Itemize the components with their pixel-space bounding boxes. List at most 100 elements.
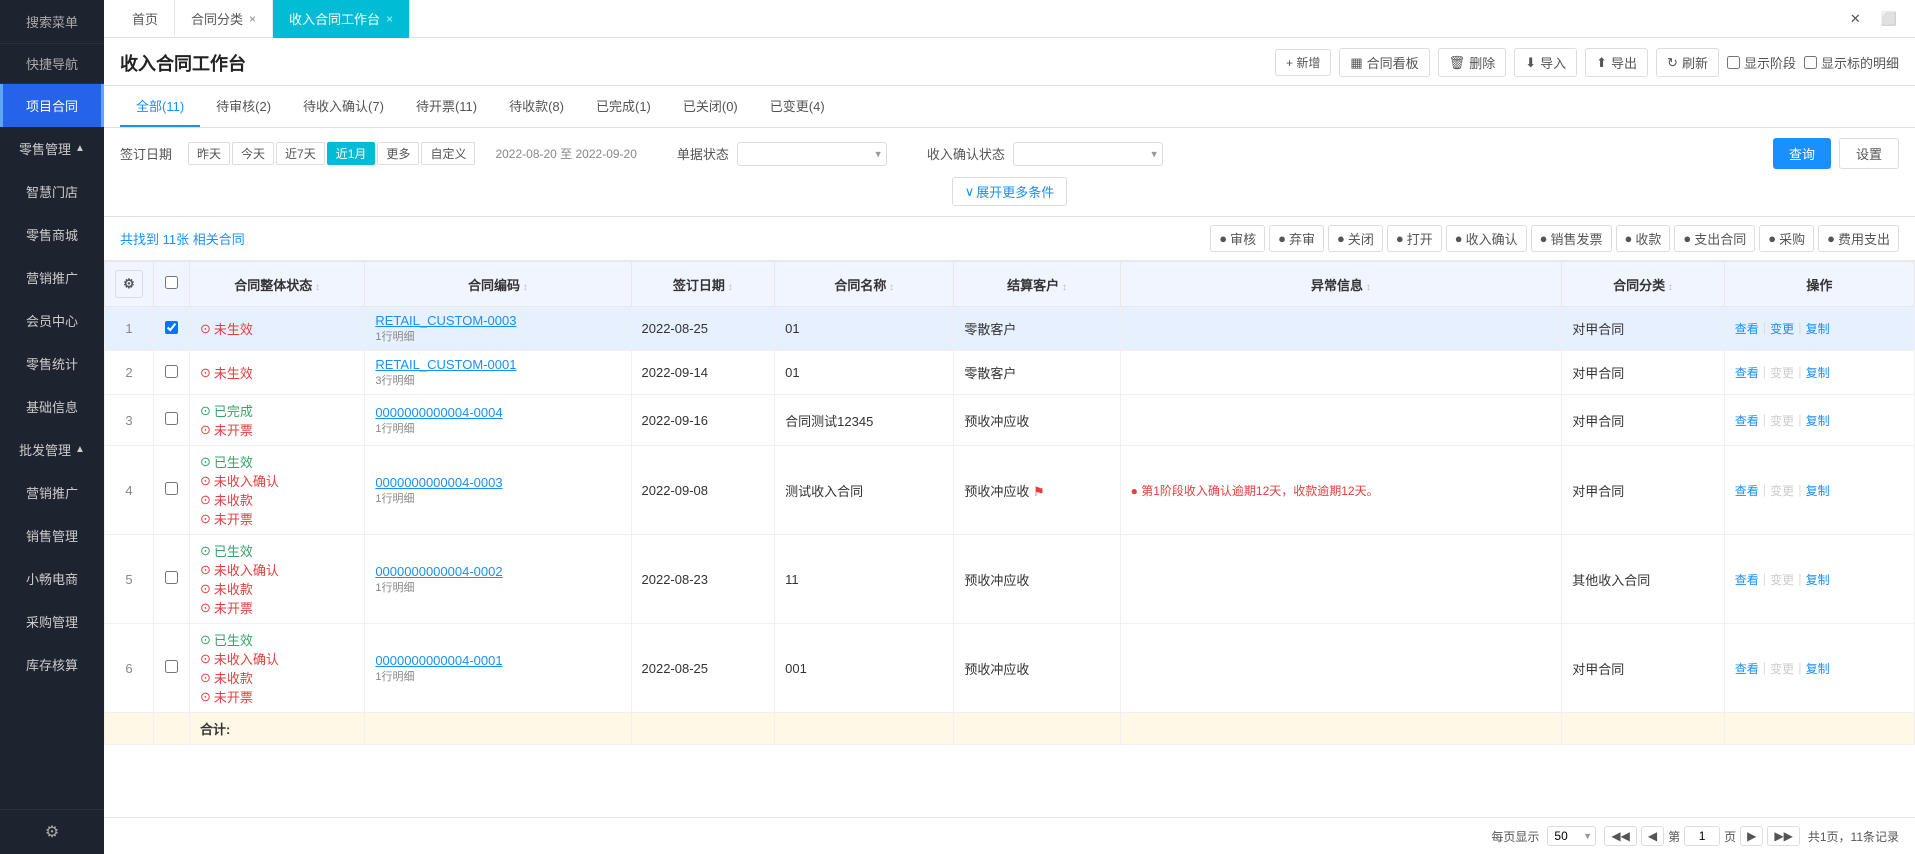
window-close-btn[interactable]: ✕ <box>1844 7 1867 31</box>
sub-tab-pending-review[interactable]: 待审核(2) <box>200 86 287 127</box>
row-select-checkbox[interactable] <box>165 660 178 673</box>
copy-action[interactable]: 复制 <box>1806 571 1830 588</box>
copy-action[interactable]: 复制 <box>1806 364 1830 381</box>
sub-tab-changed[interactable]: 已变更(4) <box>754 86 841 127</box>
sales-invoice-btn[interactable]: ● 销售发票 <box>1531 225 1612 252</box>
income-confirm-select-wrapper[interactable] <box>1013 142 1163 166</box>
col-settings[interactable]: ⚙ <box>105 262 154 307</box>
close-contract-btn[interactable]: ● 关闭 <box>1328 225 1383 252</box>
gear-icon[interactable]: ⚙ <box>45 824 59 841</box>
contract-code-link[interactable]: 0000000000004-0001 <box>375 653 502 668</box>
doc-status-select-wrapper[interactable] <box>737 142 887 166</box>
date-btn-custom[interactable]: 自定义 <box>421 142 475 165</box>
row-select-checkbox[interactable] <box>165 412 178 425</box>
sidebar-quick-nav[interactable]: 快捷导航 <box>0 44 104 84</box>
sub-tab-closed[interactable]: 已关闭(0) <box>667 86 754 127</box>
col-customer[interactable]: 结算客户 <box>954 262 1120 307</box>
show-details-checkbox[interactable] <box>1804 56 1817 69</box>
sidebar-item-retail[interactable]: 零售管理 ▲ <box>0 127 104 170</box>
contract-code-link[interactable]: 0000000000004-0003 <box>375 475 502 490</box>
date-btn-more[interactable]: 更多 <box>377 142 419 165</box>
sub-tab-pending-payment[interactable]: 待收款(8) <box>493 86 580 127</box>
set-btn[interactable]: 设置 <box>1839 138 1899 169</box>
date-btn-last1month[interactable]: 近1月 <box>327 142 376 165</box>
payment-btn[interactable]: ● 收款 <box>1616 225 1671 252</box>
sidebar-item-batch-mgmt[interactable]: 批发管理 ▲ <box>0 428 104 471</box>
copy-action[interactable]: 复制 <box>1806 412 1830 429</box>
column-settings-icon[interactable]: ⚙ <box>115 270 143 298</box>
doc-status-select[interactable] <box>737 142 887 166</box>
sidebar-search[interactable]: 搜索菜单 <box>0 0 104 44</box>
row-code[interactable]: 0000000000004-00011行明细 <box>365 624 631 713</box>
view-action[interactable]: 查看 <box>1735 320 1759 337</box>
col-contract-name[interactable]: 合同名称 <box>775 262 954 307</box>
sub-tab-all[interactable]: 全部(11) <box>120 86 200 127</box>
view-action[interactable]: 查看 <box>1735 482 1759 499</box>
edit-action[interactable]: 变更 <box>1770 320 1794 337</box>
row-checkbox-cell[interactable] <box>154 446 190 535</box>
out-contract-btn[interactable]: ● 支出合同 <box>1674 225 1755 252</box>
row-select-checkbox[interactable] <box>165 482 178 495</box>
col-contract-status[interactable]: 合同整体状态 <box>190 262 365 307</box>
row-code[interactable]: 0000000000004-00041行明细 <box>365 395 631 446</box>
copy-action[interactable]: 复制 <box>1806 320 1830 337</box>
date-btn-last7[interactable]: 近7天 <box>276 142 325 165</box>
print-btn[interactable]: ● 打开 <box>1387 225 1442 252</box>
income-confirm-select[interactable] <box>1013 142 1163 166</box>
tab-contract-category-close[interactable]: × <box>249 12 256 26</box>
sidebar-item-smart-store[interactable]: 智慧门店 <box>0 170 104 213</box>
sidebar-item-retail-mall[interactable]: 零售商城 <box>0 213 104 256</box>
sidebar-item-project[interactable]: 项目合同 <box>0 84 104 127</box>
col-sign-date[interactable]: 签订日期 <box>631 262 775 307</box>
first-page-btn[interactable]: ◀◀ <box>1604 826 1636 846</box>
view-action[interactable]: 查看 <box>1735 660 1759 677</box>
select-all-checkbox[interactable] <box>165 276 178 289</box>
export-btn[interactable]: ⬆ 导出 <box>1585 48 1648 77</box>
sidebar-item-retail-stats[interactable]: 零售统计 <box>0 342 104 385</box>
row-checkbox-cell[interactable] <box>154 351 190 395</box>
import-btn[interactable]: ⬇ 导入 <box>1514 48 1577 77</box>
sidebar-item-base-info[interactable]: 基础信息 <box>0 385 104 428</box>
prev-page-btn[interactable]: ◀ <box>1641 826 1664 846</box>
row-checkbox-cell[interactable] <box>154 535 190 624</box>
sub-tab-completed[interactable]: 已完成(1) <box>580 86 667 127</box>
view-action[interactable]: 查看 <box>1735 571 1759 588</box>
date-btn-yesterday[interactable]: 昨天 <box>188 142 230 165</box>
row-code[interactable]: RETAIL_CUSTOM-00013行明细 <box>365 351 631 395</box>
purchase-btn[interactable]: ● 采购 <box>1759 225 1814 252</box>
col-contract-code[interactable]: 合同编码 <box>365 262 631 307</box>
view-action[interactable]: 查看 <box>1735 412 1759 429</box>
per-page-select-wrapper[interactable]: 10 20 50 100 <box>1547 826 1596 846</box>
per-page-select[interactable]: 10 20 50 100 <box>1547 826 1596 846</box>
row-code[interactable]: 0000000000004-00031行明细 <box>365 446 631 535</box>
sidebar-item-sales[interactable]: 销售管理 <box>0 514 104 557</box>
view-action[interactable]: 查看 <box>1735 364 1759 381</box>
sidebar-item-marketing[interactable]: 营销推广 <box>0 256 104 299</box>
contract-board-btn[interactable]: ▦ 合同看板 <box>1339 48 1429 77</box>
delete-btn[interactable]: 🗑 删除 <box>1438 48 1507 77</box>
row-checkbox-cell[interactable] <box>154 624 190 713</box>
audit-btn[interactable]: ● 审核 <box>1210 225 1265 252</box>
expense-out-btn[interactable]: ● 费用支出 <box>1818 225 1899 252</box>
contract-code-link[interactable]: RETAIL_CUSTOM-0001 <box>375 357 516 372</box>
sidebar-item-member[interactable]: 会员中心 <box>0 299 104 342</box>
abandon-btn[interactable]: ● 弃审 <box>1269 225 1324 252</box>
new-btn[interactable]: + 新增 <box>1275 49 1331 76</box>
col-category[interactable]: 合同分类 <box>1562 262 1725 307</box>
copy-action[interactable]: 复制 <box>1806 482 1830 499</box>
window-maximize-btn[interactable]: ⬜ <box>1875 7 1903 31</box>
next-page-btn[interactable]: ▶ <box>1740 826 1763 846</box>
sidebar-item-stock[interactable]: 库存核算 <box>0 643 104 686</box>
contract-code-link[interactable]: 0000000000004-0004 <box>375 405 502 420</box>
sidebar-item-marketing2[interactable]: 营销推广 <box>0 471 104 514</box>
contract-code-link[interactable]: 0000000000004-0002 <box>375 564 502 579</box>
income-confirm-btn[interactable]: ● 收入确认 <box>1446 225 1527 252</box>
copy-action[interactable]: 复制 <box>1806 660 1830 677</box>
sidebar-item-purchase[interactable]: 采购管理 <box>0 600 104 643</box>
sidebar-item-xiao-ecom[interactable]: 小畅电商 <box>0 557 104 600</box>
row-checkbox-cell[interactable] <box>154 307 190 351</box>
show-stages-checkbox[interactable] <box>1727 56 1740 69</box>
row-code[interactable]: 0000000000004-00021行明细 <box>365 535 631 624</box>
tab-income-contract-close[interactable]: × <box>386 12 393 26</box>
show-details-label[interactable]: 显示标的明细 <box>1804 53 1899 72</box>
